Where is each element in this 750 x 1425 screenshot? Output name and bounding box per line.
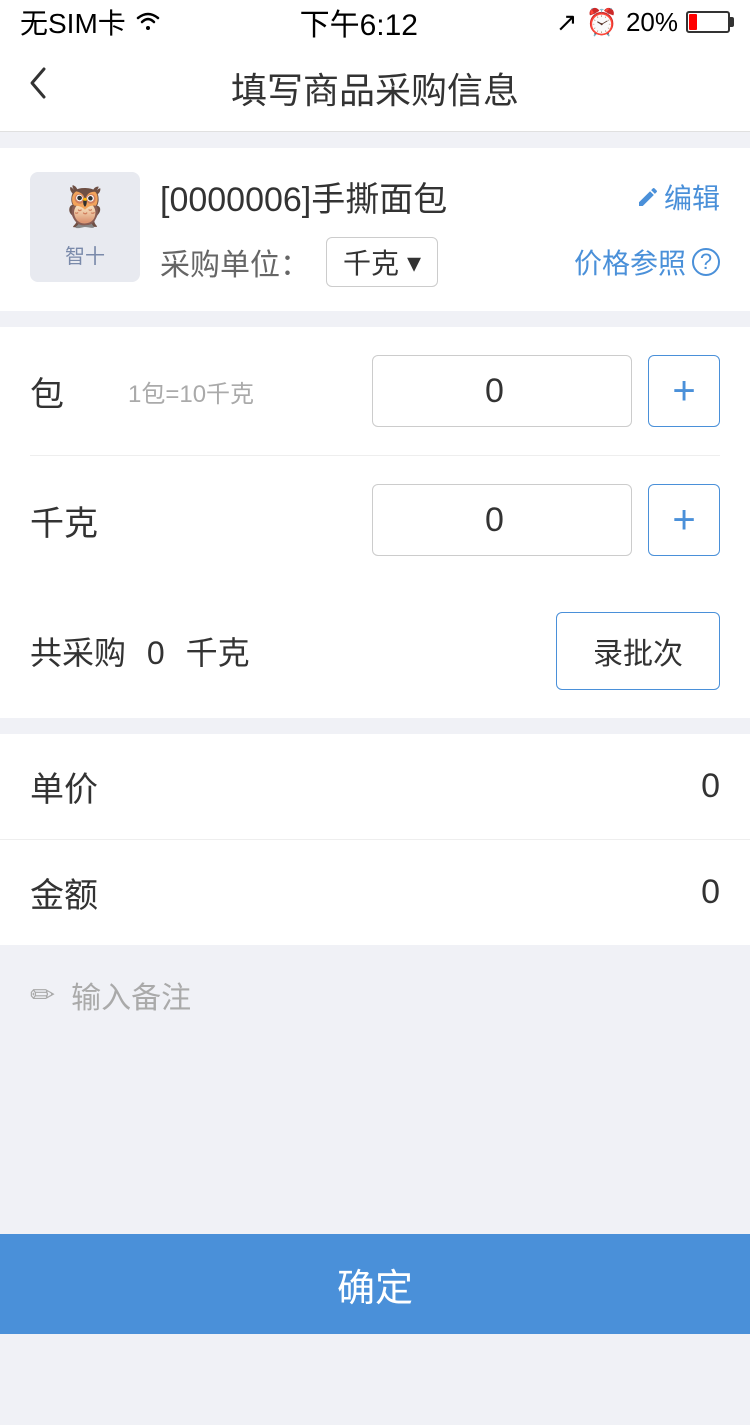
back-button[interactable]: [24, 61, 52, 114]
product-name-row: [0000006]手撕面包 编辑: [160, 172, 720, 221]
amount-row: 金额 0: [0, 840, 750, 945]
product-image: 🦉 智十: [30, 172, 140, 282]
kg-input-row: 千克 +: [30, 456, 720, 584]
nav-bar: 填写商品采购信息: [0, 44, 750, 132]
bag-sub-label: 1包=10千克: [128, 374, 254, 409]
price-ref-button[interactable]: 价格参照 ?: [574, 242, 720, 282]
total-row: 共采购 0 千克 录批次: [0, 584, 750, 718]
product-full-name: [0000006]手撕面包: [160, 172, 447, 221]
edit-label: 编辑: [664, 177, 720, 217]
bag-plus-button[interactable]: +: [648, 355, 720, 427]
status-bar: 无SIM卡 下午6:12 ↗ ⏰ 20%: [0, 0, 750, 44]
total-text: 共采购 0 千克: [30, 628, 250, 674]
unit-value: 千克: [343, 242, 399, 282]
product-card: 🦉 智十 [0000006]手撕面包 编辑 采购单位： 千克 ▾: [0, 148, 750, 311]
total-value: 0: [147, 635, 165, 671]
total-unit: 千克: [186, 635, 250, 671]
price-ref-label: 价格参照: [574, 242, 686, 282]
unit-price-row: 单价 0: [0, 734, 750, 840]
price-info-section: 单价 0 金额 0: [0, 734, 750, 945]
kg-input[interactable]: [372, 484, 632, 556]
remark-placeholder: 输入备注: [71, 973, 191, 1017]
pencil-icon: ✏: [30, 978, 55, 1013]
record-batch-button[interactable]: 录批次: [556, 612, 720, 690]
bag-label: 包: [30, 367, 120, 416]
status-right: ↗ ⏰ 20%: [556, 7, 730, 38]
product-logo-icon: 🦉: [60, 183, 110, 230]
alarm-icon: ⏰: [586, 7, 618, 38]
carrier-text: 无SIM卡: [20, 2, 126, 42]
location-icon: ↗: [556, 7, 578, 38]
amount-value: 0: [701, 873, 720, 912]
dropdown-arrow-icon: ▾: [407, 246, 421, 279]
remark-section[interactable]: ✏ 输入备注: [0, 945, 750, 1045]
unit-price-value: 0: [701, 767, 720, 806]
top-divider: [0, 132, 750, 148]
kg-plus-button[interactable]: +: [648, 484, 720, 556]
confirm-button[interactable]: 确定: [0, 1234, 750, 1334]
unit-row: 采购单位： 千克 ▾ 价格参照 ?: [160, 237, 720, 287]
mid-divider-2: [0, 718, 750, 734]
status-time: 下午6:12: [300, 0, 418, 44]
mid-divider-1: [0, 311, 750, 327]
bag-plus-icon: +: [672, 369, 695, 414]
wifi-icon: [134, 6, 162, 38]
unit-label: 采购单位：: [160, 240, 310, 284]
input-section: 包 1包=10千克 + 千克 +: [0, 327, 750, 584]
kg-label: 千克: [30, 496, 120, 545]
battery-icon: [686, 11, 730, 33]
help-icon: ?: [692, 248, 720, 276]
bag-input[interactable]: [372, 355, 632, 427]
battery-percent: 20%: [626, 7, 678, 38]
page-title: 填写商品采购信息: [231, 62, 519, 114]
unit-selector[interactable]: 千克 ▾: [326, 237, 438, 287]
unit-price-label: 单价: [30, 762, 98, 811]
total-prefix: 共采购: [30, 635, 126, 671]
kg-plus-icon: +: [672, 498, 695, 543]
edit-button[interactable]: 编辑: [636, 177, 720, 217]
status-left: 无SIM卡: [20, 2, 162, 42]
brand-text: 智十: [65, 246, 105, 268]
product-info: [0000006]手撕面包 编辑 采购单位： 千克 ▾ 价格参照 ?: [160, 172, 720, 287]
bag-input-row: 包 1包=10千克 +: [30, 327, 720, 456]
amount-label: 金额: [30, 868, 98, 917]
